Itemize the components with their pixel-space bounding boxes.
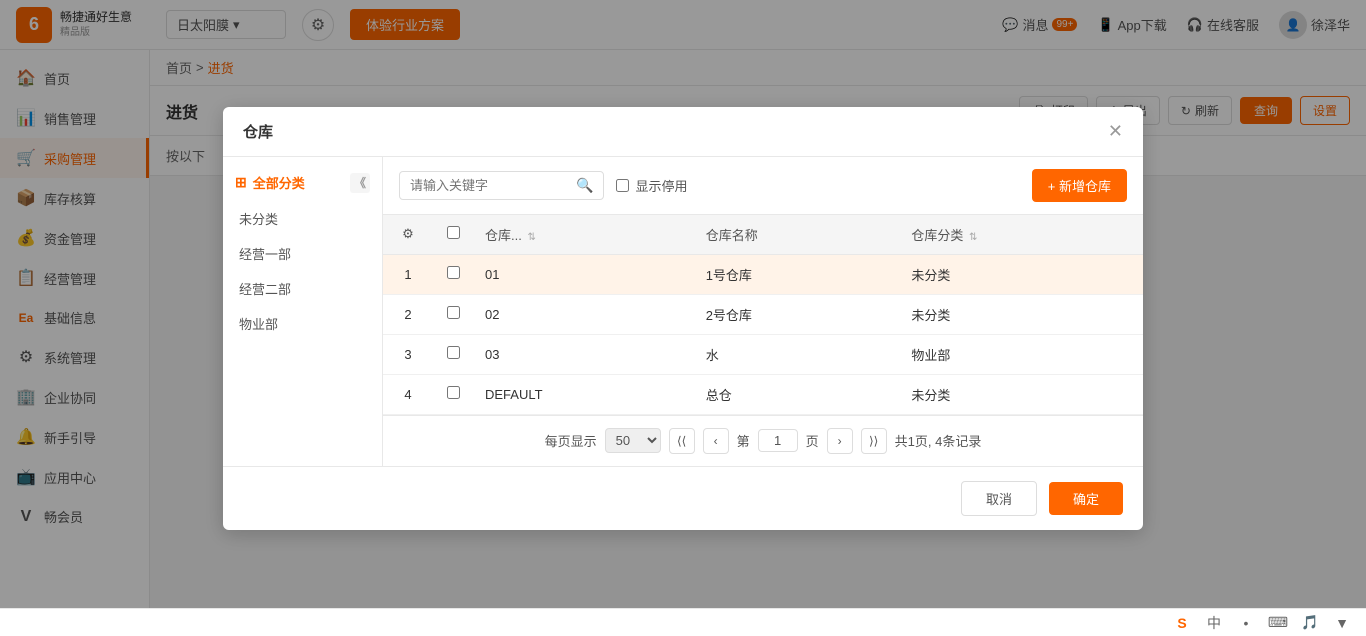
page-number-input[interactable] xyxy=(758,429,798,452)
modal-title: 仓库 xyxy=(243,121,273,142)
col-code: 仓库... ⇅ xyxy=(473,215,694,255)
warehouse-modal: 仓库 ✕ ⊞ 全部分类 《 未分类 经营一部 经营二部 物业部 xyxy=(223,107,1143,530)
row-checkbox[interactable] xyxy=(447,346,460,359)
table-row[interactable]: 2 02 2号仓库 未分类 xyxy=(383,294,1143,334)
s-logo-icon: S xyxy=(1170,611,1194,635)
sort-code-icon: ⇅ xyxy=(527,232,535,243)
add-warehouse-button[interactable]: + 新增仓库 xyxy=(1032,169,1127,202)
settings-col-icon: ⚙ xyxy=(402,226,414,241)
row-checkbox[interactable] xyxy=(447,386,460,399)
modal-body: ⊞ 全部分类 《 未分类 经营一部 经营二部 物业部 🔍 xyxy=(223,157,1143,466)
category-item-uncategorized[interactable]: 未分类 xyxy=(223,201,382,236)
modal-toolbar: 🔍 显示停用 + 新增仓库 xyxy=(383,157,1143,215)
keyboard-icon[interactable]: ⌨ xyxy=(1266,611,1290,635)
row-index: 3 xyxy=(383,334,433,374)
row-index: 1 xyxy=(383,254,433,294)
category-sidebar: ⊞ 全部分类 《 未分类 经营一部 经营二部 物业部 xyxy=(223,157,383,466)
modal-overlay: 仓库 ✕ ⊞ 全部分类 《 未分类 经营一部 经营二部 物业部 xyxy=(0,0,1366,636)
select-all-checkbox[interactable] xyxy=(447,226,460,239)
row-code: 01 xyxy=(473,254,694,294)
expand-icon[interactable]: ▼ xyxy=(1330,611,1354,635)
row-code: DEFAULT xyxy=(473,374,694,414)
row-checkbox-cell xyxy=(433,374,473,414)
dot-icon: • xyxy=(1234,611,1258,635)
sort-cat-icon: ⇅ xyxy=(969,232,977,243)
table-row[interactable]: 3 03 水 物业部 xyxy=(383,334,1143,374)
close-button[interactable]: ✕ xyxy=(1108,122,1123,140)
show-disabled-checkbox[interactable] xyxy=(616,179,629,192)
music-icon: 🎵 xyxy=(1298,611,1322,635)
bottom-bar: S 中 • ⌨ 🎵 ▼ xyxy=(0,608,1366,636)
pagination: 每页显示 50 20 100 ⟨⟨ ‹ 第 页 › ⟩⟩ 共1页, 4条记录 xyxy=(383,415,1143,466)
row-checkbox-cell xyxy=(433,294,473,334)
search-icon: 🔍 xyxy=(576,177,593,194)
modal-header: 仓库 ✕ xyxy=(223,107,1143,157)
cancel-button[interactable]: 取消 xyxy=(961,481,1037,516)
row-category: 物业部 xyxy=(899,334,1143,374)
row-checkbox[interactable] xyxy=(447,306,460,319)
chinese-input-icon[interactable]: 中 xyxy=(1202,611,1226,635)
confirm-button[interactable]: 确定 xyxy=(1049,482,1123,515)
row-code: 02 xyxy=(473,294,694,334)
table-row[interactable]: 4 DEFAULT 总仓 未分类 xyxy=(383,374,1143,414)
grid-icon: ⊞ xyxy=(235,174,247,191)
col-name: 仓库名称 xyxy=(694,215,900,255)
search-box: 🔍 xyxy=(399,171,604,200)
modal-footer: 取消 确定 xyxy=(223,466,1143,530)
per-page-select[interactable]: 50 20 100 xyxy=(605,428,661,453)
warehouse-table: ⚙ 仓库... ⇅ 仓库名称 xyxy=(383,215,1143,415)
search-input[interactable] xyxy=(410,178,570,193)
first-page-button[interactable]: ⟨⟨ xyxy=(669,428,695,454)
col-category: 仓库分类 ⇅ xyxy=(899,215,1143,255)
row-index: 4 xyxy=(383,374,433,414)
row-checkbox[interactable] xyxy=(447,266,460,279)
row-name: 总仓 xyxy=(694,374,900,414)
next-page-button[interactable]: › xyxy=(827,428,853,454)
row-code: 03 xyxy=(473,334,694,374)
collapse-button[interactable]: 《 xyxy=(350,173,370,193)
col-checkbox xyxy=(433,215,473,255)
modal-main: 🔍 显示停用 + 新增仓库 ⚙ xyxy=(383,157,1143,466)
row-name: 2号仓库 xyxy=(694,294,900,334)
row-index: 2 xyxy=(383,294,433,334)
category-item-division1[interactable]: 经营一部 xyxy=(223,236,382,271)
all-categories[interactable]: ⊞ 全部分类 《 xyxy=(223,165,382,201)
row-name: 1号仓库 xyxy=(694,254,900,294)
table-row[interactable]: 1 01 1号仓库 未分类 xyxy=(383,254,1143,294)
show-disabled-checkbox-label[interactable]: 显示停用 xyxy=(616,176,687,195)
row-category: 未分类 xyxy=(899,374,1143,414)
category-item-property[interactable]: 物业部 xyxy=(223,306,382,341)
category-item-division2[interactable]: 经营二部 xyxy=(223,271,382,306)
row-checkbox-cell xyxy=(433,254,473,294)
row-category: 未分类 xyxy=(899,294,1143,334)
col-settings: ⚙ xyxy=(383,215,433,255)
row-name: 水 xyxy=(694,334,900,374)
last-page-button[interactable]: ⟩⟩ xyxy=(861,428,887,454)
prev-page-button[interactable]: ‹ xyxy=(703,428,729,454)
row-checkbox-cell xyxy=(433,334,473,374)
row-category: 未分类 xyxy=(899,254,1143,294)
